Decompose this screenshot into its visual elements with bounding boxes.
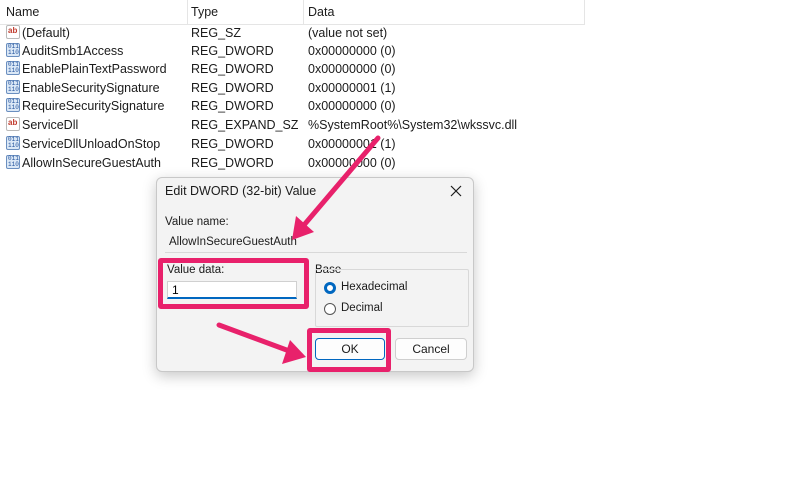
- arrow-to-value-name: [292, 135, 381, 240]
- annotation-arrows: [216, 135, 381, 364]
- arrow-to-ok-button: [216, 322, 306, 364]
